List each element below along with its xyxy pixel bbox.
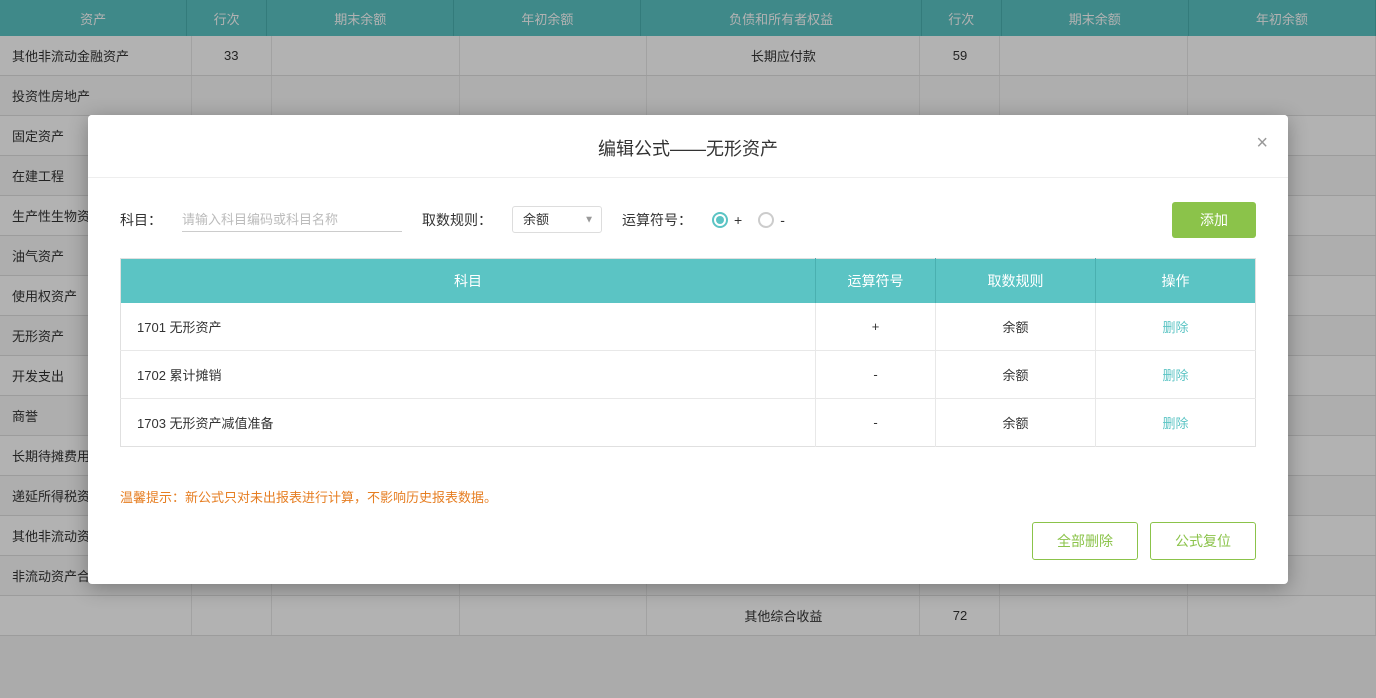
- cell-rule: 余额: [936, 398, 1096, 446]
- subject-input[interactable]: [182, 208, 402, 232]
- radio-minus-label: -: [780, 212, 785, 228]
- modal-title: 编辑公式——无形资产: [598, 139, 778, 159]
- radio-minus-circle: [758, 212, 774, 228]
- modal-overlay: 编辑公式——无形资产 × 科目： 取数规则： 余额借方贷方借方累计贷方累计 ▼ …: [0, 0, 1376, 698]
- cell-subject: 1701 无形资产: [121, 303, 816, 351]
- add-button[interactable]: 添加: [1172, 202, 1256, 238]
- radio-plus[interactable]: +: [712, 212, 742, 228]
- modal-close-button[interactable]: ×: [1256, 133, 1268, 153]
- cell-operator: -: [816, 350, 936, 398]
- table-row: 1701 无形资产 + 余额 删除: [121, 303, 1256, 351]
- radio-plus-circle: [712, 212, 728, 228]
- cell-operator: +: [816, 303, 936, 351]
- table-row: 1702 累计摊销 - 余额 删除: [121, 350, 1256, 398]
- col-operator: 运算符号: [816, 258, 936, 303]
- col-action: 操作: [1096, 258, 1256, 303]
- col-subject: 科目: [121, 258, 816, 303]
- operator-label: 运算符号：: [622, 210, 692, 230]
- modal-footer: 温馨提示：新公式只对未出报表进行计算，不影响历史报表数据。 全部删除 公式复位: [88, 471, 1288, 584]
- delete-row-button[interactable]: 删除: [1162, 317, 1188, 336]
- cell-action: 删除: [1096, 303, 1256, 351]
- delete-row-button[interactable]: 删除: [1162, 365, 1188, 384]
- rule-select[interactable]: 余额借方贷方借方累计贷方累计: [512, 206, 602, 233]
- operator-radio-group: + -: [712, 212, 785, 228]
- radio-minus[interactable]: -: [758, 212, 785, 228]
- cell-rule: 余额: [936, 303, 1096, 351]
- table-row: 1703 无形资产减值准备 - 余额 删除: [121, 398, 1256, 446]
- footer-buttons: 全部删除 公式复位: [120, 522, 1256, 560]
- modal-body: 科目： 取数规则： 余额借方贷方借方累计贷方累计 ▼ 运算符号： + -: [88, 178, 1288, 471]
- cell-subject: 1703 无形资产减值准备: [121, 398, 816, 446]
- form-row: 科目： 取数规则： 余额借方贷方借方累计贷方累计 ▼ 运算符号： + -: [120, 202, 1256, 238]
- rule-select-wrapper: 余额借方贷方借方累计贷方累计 ▼: [512, 206, 602, 233]
- cell-operator: -: [816, 398, 936, 446]
- radio-plus-label: +: [734, 212, 742, 228]
- delete-row-button[interactable]: 删除: [1162, 413, 1188, 432]
- delete-all-button[interactable]: 全部删除: [1032, 522, 1138, 560]
- footer-tip: 温馨提示：新公式只对未出报表进行计算，不影响历史报表数据。: [120, 487, 1256, 506]
- col-rule: 取数规则: [936, 258, 1096, 303]
- modal-header: 编辑公式——无形资产 ×: [88, 115, 1288, 178]
- cell-action: 删除: [1096, 398, 1256, 446]
- subject-label: 科目：: [120, 210, 162, 230]
- formula-table: 科目 运算符号 取数规则 操作 1701 无形资产 + 余额 删除 1702 累…: [120, 258, 1256, 447]
- cell-rule: 余额: [936, 350, 1096, 398]
- cell-action: 删除: [1096, 350, 1256, 398]
- cell-subject: 1702 累计摊销: [121, 350, 816, 398]
- modal-dialog: 编辑公式——无形资产 × 科目： 取数规则： 余额借方贷方借方累计贷方累计 ▼ …: [88, 115, 1288, 584]
- rule-label: 取数规则：: [422, 210, 492, 230]
- table-header-row: 科目 运算符号 取数规则 操作: [121, 258, 1256, 303]
- reset-formula-button[interactable]: 公式复位: [1150, 522, 1256, 560]
